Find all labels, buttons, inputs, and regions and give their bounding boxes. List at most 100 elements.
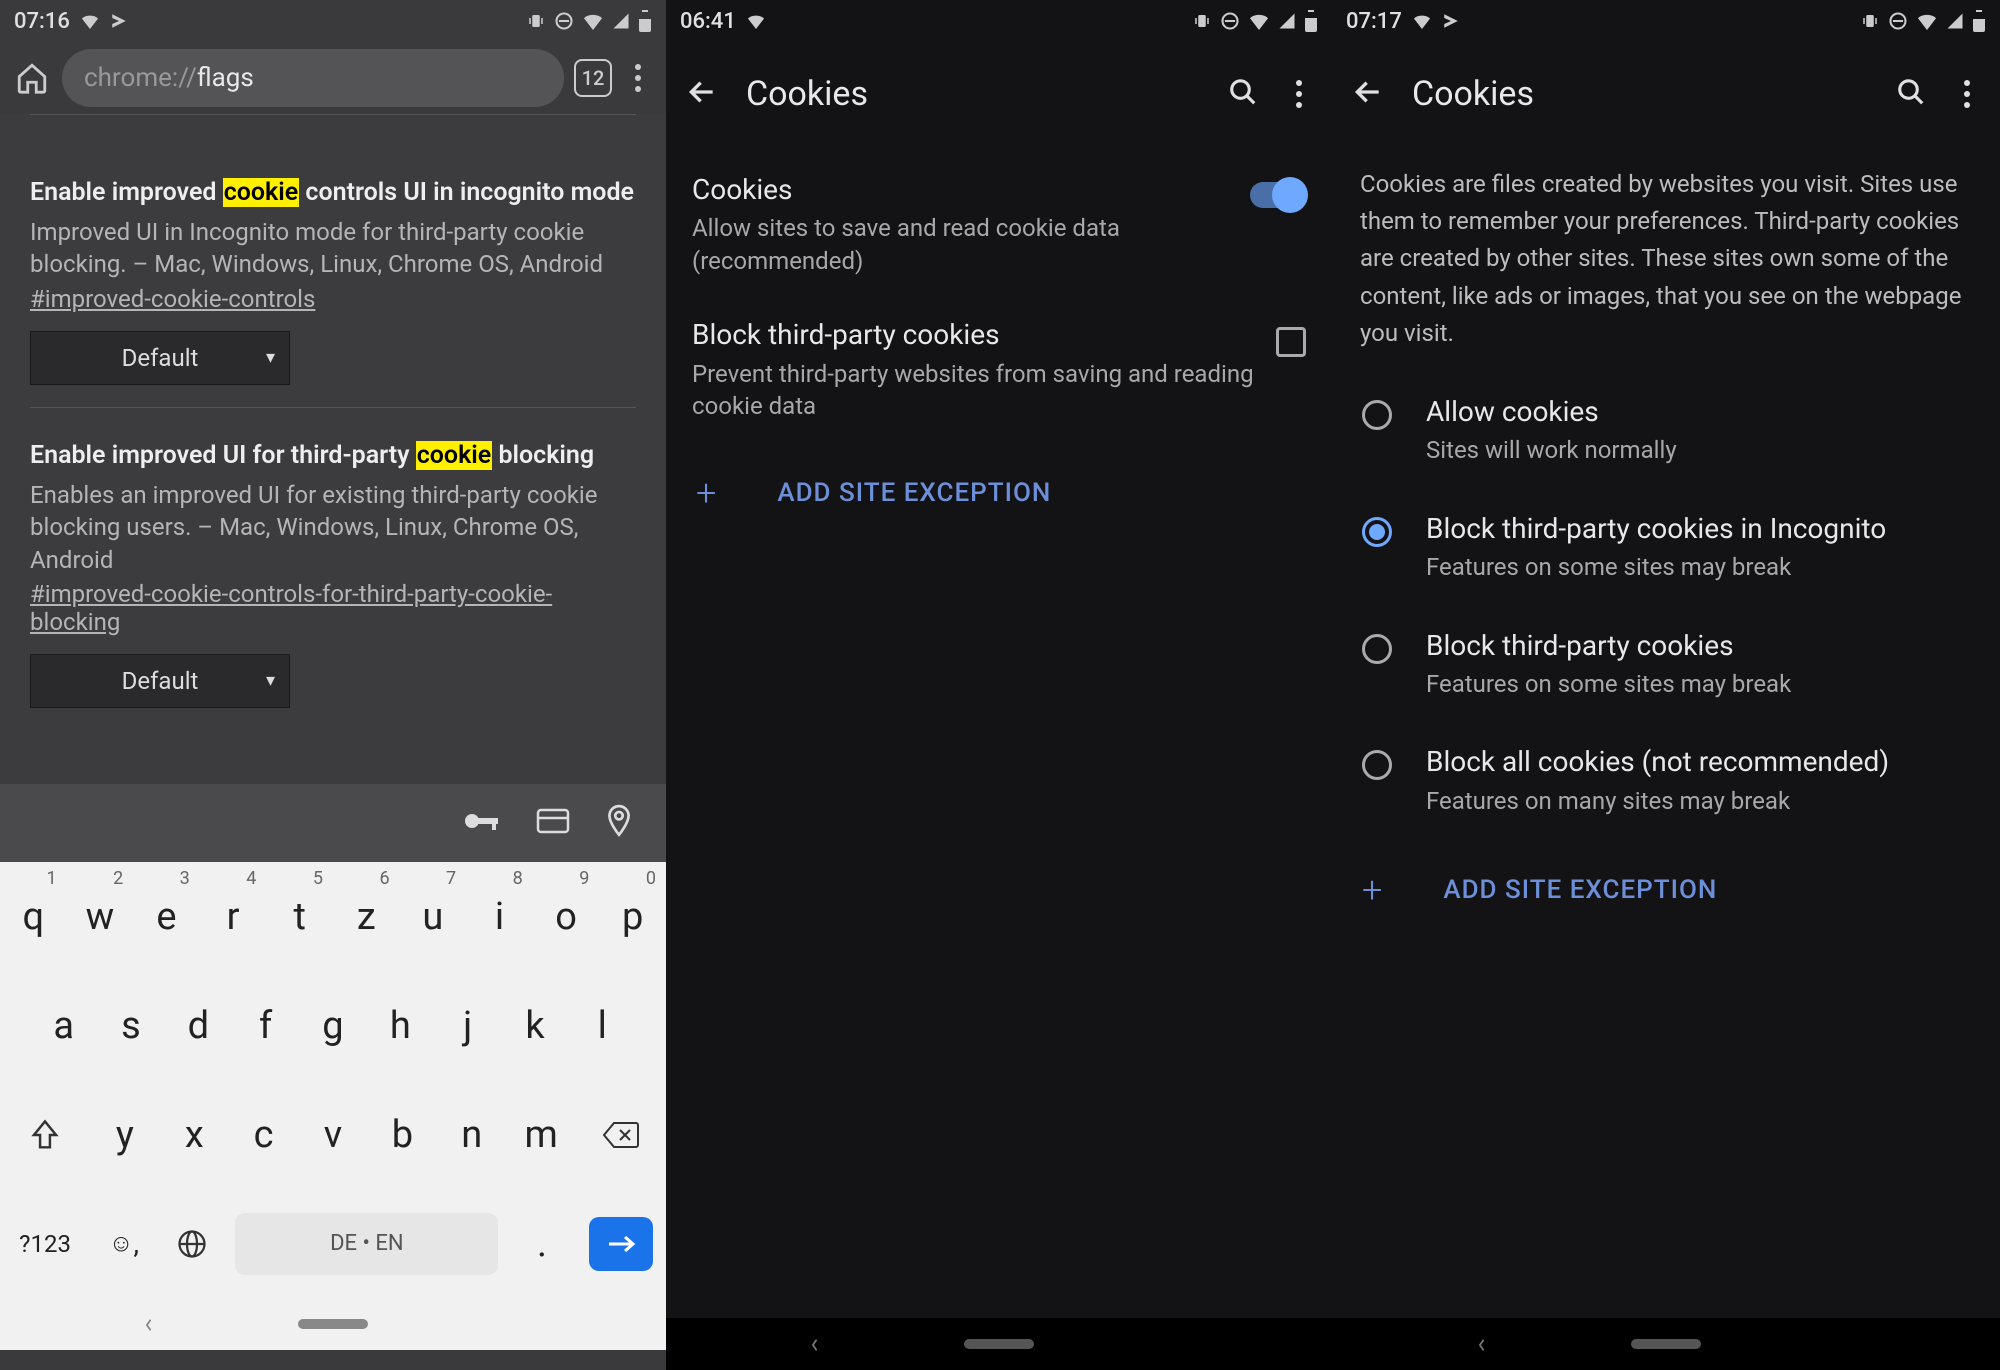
letter-key[interactable]: b [368, 1113, 437, 1157]
nav-home-pill[interactable] [1631, 1339, 1701, 1349]
checkbox[interactable] [1276, 327, 1306, 357]
radio-button[interactable] [1362, 750, 1392, 780]
flag-item: Enable improved UI for third-party cooki… [30, 407, 636, 730]
flag-description: Improved UI in Incognito mode for third-… [30, 216, 636, 281]
option-label: Allow cookies [1426, 394, 1677, 430]
menu-button[interactable] [1954, 80, 1980, 108]
option-label: Block third-party cookies [1426, 628, 1791, 664]
cast-icon [1442, 12, 1460, 30]
shift-key[interactable] [0, 1080, 90, 1189]
add-exception-label: ADD SITE EXCEPTION [1443, 875, 1717, 905]
letter-key[interactable]: l [569, 971, 636, 1080]
back-button[interactable] [686, 76, 718, 112]
letter-key[interactable]: 7u [400, 862, 467, 971]
letter-key[interactable]: 2w [67, 862, 134, 971]
wifi-icon [1412, 13, 1432, 29]
letter-key[interactable]: g [299, 971, 366, 1080]
spacebar-key[interactable]: DE • EN [235, 1213, 498, 1275]
nav-back-icon[interactable] [809, 1328, 822, 1361]
status-time: 07:17 [1346, 9, 1402, 34]
add-exception-button[interactable]: + ADD SITE EXCEPTION [692, 442, 1306, 544]
letter-key[interactable]: 1q [0, 862, 67, 971]
letter-key[interactable]: m [506, 1113, 575, 1157]
radio-button[interactable] [1362, 634, 1392, 664]
letter-key[interactable]: a [30, 971, 97, 1080]
letter-key[interactable]: n [437, 1113, 506, 1157]
cookie-option-row[interactable]: Block third-party cookies Features on so… [1358, 606, 1974, 723]
letter-key[interactable]: 5t [266, 862, 333, 971]
flag-hash-link[interactable]: #improved-cookie-controls-for-third-part… [30, 580, 636, 636]
search-highlight: cookie [223, 178, 299, 207]
back-button[interactable] [1352, 76, 1384, 112]
battery-icon [1304, 10, 1318, 32]
nav-home-pill[interactable] [964, 1339, 1034, 1349]
setting-label: Cookies [692, 172, 1230, 208]
letter-key[interactable]: 3e [133, 862, 200, 971]
letter-key[interactable]: 8i [466, 862, 533, 971]
letter-key[interactable]: 6z [333, 862, 400, 971]
cookies-options-screen: 07:17 Cookies Cookies are files created … [1332, 0, 2000, 1370]
period-key[interactable]: . [508, 1189, 576, 1298]
nav-home-pill[interactable] [298, 1319, 368, 1329]
nav-back-icon[interactable] [143, 1308, 156, 1341]
cookie-option-row[interactable]: Block third-party cookies in Incognito F… [1358, 489, 1974, 606]
url-bar[interactable]: chrome://flags [62, 49, 564, 107]
letter-key[interactable]: 9o [533, 862, 600, 971]
flag-hash-link[interactable]: #improved-cookie-controls [30, 285, 315, 313]
wifi-icon [746, 13, 766, 29]
flag-dropdown[interactable]: Default [30, 654, 290, 708]
flag-title: Enable improved UI for third-party cooki… [30, 438, 636, 473]
wifi-small-icon [1916, 12, 1938, 30]
cookie-option-row[interactable]: Allow cookies Sites will work normally [1358, 372, 1974, 489]
page-title: Cookies [746, 74, 1200, 114]
letter-key[interactable]: y [90, 1113, 159, 1157]
keyboard-suggestion-bar [0, 784, 666, 862]
radio-button[interactable] [1362, 517, 1392, 547]
setting-label: Block third-party cookies [692, 317, 1256, 353]
home-button[interactable] [12, 58, 52, 98]
enter-key[interactable] [576, 1189, 666, 1298]
letter-key[interactable]: f [232, 971, 299, 1080]
letter-key[interactable]: 4r [200, 862, 267, 971]
plus-icon: + [696, 472, 717, 514]
add-exception-button[interactable]: + ADD SITE EXCEPTION [1358, 839, 1974, 941]
symbols-key[interactable]: ?123 [0, 1189, 90, 1298]
flag-title: Enable improved cookie controls UI in in… [30, 175, 636, 210]
cookies-toggle-row[interactable]: Cookies Allow sites to save and read coo… [692, 152, 1306, 297]
letter-key[interactable]: j [434, 971, 501, 1080]
block-3p-row[interactable]: Block third-party cookies Prevent third-… [692, 297, 1306, 442]
settings-list: Cookies Allow sites to save and read coo… [666, 138, 1332, 558]
letter-key[interactable]: s [97, 971, 164, 1080]
letter-key[interactable]: d [165, 971, 232, 1080]
nav-back-icon[interactable] [1476, 1328, 1489, 1361]
toggle-switch[interactable] [1250, 182, 1306, 208]
letter-key[interactable]: c [229, 1113, 298, 1157]
plus-icon: + [1362, 869, 1383, 911]
flag-dropdown[interactable]: Default [30, 331, 290, 385]
wifi-small-icon [1248, 12, 1270, 30]
emoji-key[interactable]: ☺, [90, 1189, 158, 1298]
language-key[interactable] [158, 1189, 226, 1298]
backspace-key[interactable] [576, 1080, 666, 1189]
letter-key[interactable]: x [160, 1113, 229, 1157]
option-label: Block third-party cookies in Incognito [1426, 511, 1886, 547]
letter-key[interactable]: h [367, 971, 434, 1080]
payment-card-icon[interactable] [536, 808, 570, 838]
menu-button[interactable] [1286, 80, 1312, 108]
vibrate-icon [526, 12, 546, 30]
letter-key[interactable]: k [501, 971, 568, 1080]
android-navbar [0, 1298, 666, 1350]
letter-key[interactable]: v [298, 1113, 367, 1157]
letter-key[interactable]: 0p [599, 862, 666, 971]
search-icon[interactable] [1228, 77, 1258, 111]
tab-switcher[interactable]: 12 [574, 59, 612, 97]
menu-button[interactable] [622, 58, 654, 98]
cookie-option-row[interactable]: Block all cookies (not recommended) Feat… [1358, 722, 1974, 839]
status-bar: 06:41 [666, 0, 1332, 42]
radio-button[interactable] [1362, 400, 1392, 430]
search-icon[interactable] [1896, 77, 1926, 111]
password-key-icon[interactable] [464, 809, 500, 837]
flags-list[interactable]: Enable improved cookie controls UI in in… [0, 114, 666, 784]
cast-icon [110, 12, 128, 30]
location-pin-icon[interactable] [606, 804, 632, 842]
